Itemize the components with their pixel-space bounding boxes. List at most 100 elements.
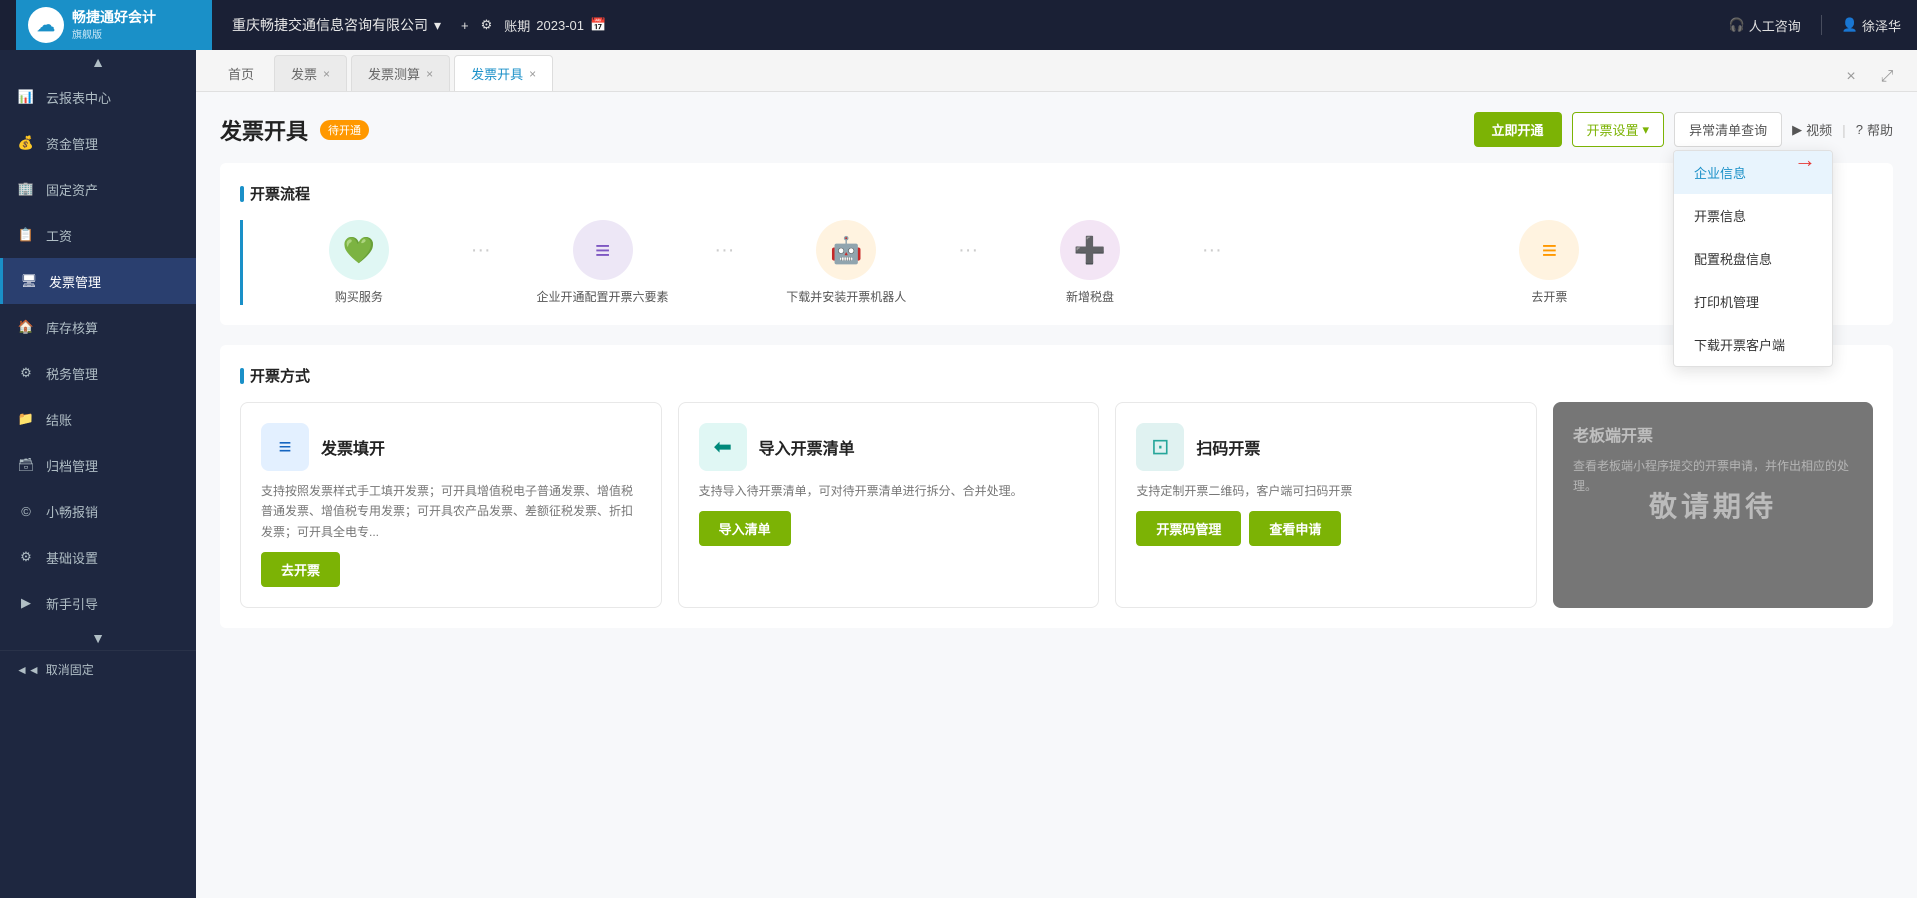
- consult-button[interactable]: 🎧 人工咨询: [1729, 16, 1801, 35]
- add-button[interactable]: +: [461, 18, 469, 33]
- period-value: 2023-01: [536, 18, 584, 33]
- tab-home[interactable]: 首页: [212, 56, 270, 91]
- sidebar-scroll-down[interactable]: ▼: [0, 626, 196, 650]
- cards-row: ≡ 发票填开 支持按照发票样式手工填开发票；可开具增值税电子普通发票、增值税普通…: [240, 402, 1873, 608]
- sidebar-item-basic-settings[interactable]: ⚙ 基础设置: [0, 534, 196, 580]
- sidebar-item-payroll[interactable]: 📋 工资: [0, 212, 196, 258]
- dropdown-item-invoice-info[interactable]: 开票信息: [1674, 194, 1832, 237]
- sidebar-item-xiaochang[interactable]: © 小畅报销: [0, 488, 196, 534]
- page-content: 发票开具 待开通 立即开通 开票设置 ▾ 异常清单查询 ▶ 视频: [196, 92, 1917, 898]
- import-list-card-title: 导入开票清单: [759, 435, 855, 459]
- activate-button[interactable]: 立即开通: [1474, 112, 1562, 147]
- step-3-label: 下载并安装开票机器人: [786, 288, 906, 305]
- company-name: 重庆畅捷交通信息咨询有限公司: [232, 15, 428, 35]
- sidebar-label-fixed-assets: 固定资产: [46, 180, 98, 199]
- logo-icon: ☁: [28, 7, 64, 43]
- dropdown-item-company-info[interactable]: 企业信息 →: [1674, 151, 1832, 194]
- dropdown-item-printer-mgmt[interactable]: 打印机管理: [1674, 280, 1832, 323]
- tab-invoice-calc[interactable]: 发票测算 ×: [351, 55, 450, 91]
- logo-text-area: 畅捷通好会计 旗舰版: [72, 9, 156, 41]
- help-label: 帮助: [1867, 120, 1893, 139]
- sidebar-label-xiaochang: 小畅报销: [46, 502, 98, 521]
- dropdown-item-download-client[interactable]: 下载开票客户端: [1674, 323, 1832, 366]
- invoice-code-mgmt-button[interactable]: 开票码管理: [1136, 511, 1241, 546]
- sidebar-scroll-up[interactable]: ▲: [0, 50, 196, 74]
- logo-name: 畅捷通好会计: [72, 9, 156, 26]
- tab-invoice-open[interactable]: 发票开具 ×: [454, 55, 553, 91]
- step-1-label: 购买服务: [335, 288, 383, 305]
- cancel-fixed-icon: ◄◄: [16, 663, 40, 677]
- invoice-settings-button[interactable]: 开票设置 ▾: [1572, 112, 1665, 147]
- content-area: 首页 发票 × 发票测算 × 发票开具 × × ⤢: [196, 50, 1917, 898]
- cloud-report-icon: 📊: [16, 87, 36, 107]
- page-title: 发票开具: [220, 114, 308, 146]
- tab-invoice-open-close[interactable]: ×: [529, 67, 536, 81]
- flow-step-1: 💚 购买服务: [240, 220, 467, 305]
- import-list-card-icon: ⬅: [699, 423, 747, 471]
- flow-steps: 💚 购买服务 ··· ≡ 企业开通配置开票六要素 ··· 🤖: [240, 220, 1873, 305]
- step-1-icon: 💚: [329, 220, 389, 280]
- download-client-label: 下载开票客户端: [1694, 338, 1785, 353]
- consult-label: 人工咨询: [1749, 16, 1801, 35]
- sidebar-item-invoice-mgmt[interactable]: 🖥 发票管理: [0, 258, 196, 304]
- tax-disk-label: 配置税盘信息: [1694, 252, 1772, 267]
- tab-invoice-close[interactable]: ×: [323, 67, 330, 81]
- maximize-window-button[interactable]: ⤢: [1873, 63, 1901, 91]
- username: 徐泽华: [1862, 16, 1901, 35]
- fill-invoice-go-button[interactable]: 去开票: [261, 552, 340, 587]
- close-window-button[interactable]: ×: [1837, 63, 1865, 91]
- step-5a-label: 去开票: [1531, 288, 1567, 305]
- view-application-button[interactable]: 查看申请: [1249, 511, 1341, 546]
- tab-invoice-open-label: 发票开具: [471, 64, 523, 83]
- sidebar-item-accounting[interactable]: 📁 结账: [0, 396, 196, 442]
- sidebar-item-fixed-assets[interactable]: 🏢 固定资产: [0, 166, 196, 212]
- headset-icon: 🎧: [1729, 17, 1745, 33]
- sidebar-label-payroll: 工资: [46, 226, 72, 245]
- boss-invoice-card: 老板端开票 查看老板端小程序提交的开票申请，并作出相应的处理。 敬请期待: [1553, 402, 1873, 608]
- logo-sub: 旗舰版: [72, 26, 156, 41]
- fill-invoice-card-desc: 支持按照发票样式手工填开发票；可开具增值税电子普通发票、增值税普通发票、增值税专…: [261, 481, 641, 542]
- fixed-assets-icon: 🏢: [16, 179, 36, 199]
- flow-section-title: 开票流程: [240, 183, 1873, 204]
- dropdown-item-tax-disk[interactable]: 配置税盘信息: [1674, 237, 1832, 280]
- period-label: 账期: [504, 16, 530, 35]
- payroll-icon: 📋: [16, 225, 36, 245]
- video-button[interactable]: ▶ 视频: [1792, 120, 1832, 139]
- company-selector[interactable]: 重庆畅捷交通信息咨询有限公司 ▾: [224, 11, 449, 39]
- import-list-button[interactable]: 导入清单: [699, 511, 791, 546]
- add-icon: +: [461, 18, 469, 33]
- import-list-card-desc: 支持导入待开票清单，可对待开票清单进行拆分、合并处理。: [699, 481, 1079, 501]
- exception-list-button[interactable]: 异常清单查询: [1674, 112, 1782, 147]
- flow-arrow-4: ···: [1202, 239, 1222, 262]
- sidebar-label-accounting: 结账: [46, 410, 72, 429]
- sidebar-label-new-guide: 新手引导: [46, 594, 98, 613]
- sidebar-item-tax-mgmt[interactable]: ⚙ 税务管理: [0, 350, 196, 396]
- sidebar-item-cloud-report[interactable]: 📊 云报表中心: [0, 74, 196, 120]
- user-icon: 👤: [1842, 17, 1858, 33]
- method-section-title: 开票方式: [240, 365, 1873, 386]
- video-label: 视频: [1806, 120, 1832, 139]
- new-guide-icon: ▶: [16, 593, 36, 613]
- calendar-icon[interactable]: 📅: [590, 17, 606, 33]
- sidebar-item-fund-mgmt[interactable]: 💰 资金管理: [0, 120, 196, 166]
- flow-step-2: ≡ 企业开通配置开票六要素: [495, 220, 711, 305]
- user-area[interactable]: 👤 徐泽华: [1842, 16, 1901, 35]
- flow-arrow-2: ···: [714, 239, 734, 262]
- tab-invoice-label: 发票: [291, 64, 317, 83]
- sidebar-label-inventory: 库存核算: [46, 318, 98, 337]
- settings-button[interactable]: ⚙: [481, 17, 493, 33]
- tab-invoice-calc-close[interactable]: ×: [426, 67, 433, 81]
- cancel-fixed-button[interactable]: ◄◄ 取消固定: [0, 650, 196, 688]
- sidebar-label-archive: 归档管理: [46, 456, 98, 475]
- step-4-label: 新增税盘: [1066, 288, 1114, 305]
- tab-invoice[interactable]: 发票 ×: [274, 55, 347, 91]
- sidebar-item-archive[interactable]: 🗃 归档管理: [0, 442, 196, 488]
- sidebar-item-new-guide[interactable]: ▶ 新手引导: [0, 580, 196, 626]
- dropdown-menu: 企业信息 → 开票信息 配置税盘信息 打印机管理: [1673, 150, 1833, 367]
- help-button[interactable]: ? 帮助: [1856, 120, 1893, 139]
- tab-invoice-calc-label: 发票测算: [368, 64, 420, 83]
- sidebar: ▲ 📊 云报表中心 💰 资金管理 🏢 固定资产 📋 工资 🖥 发票管理: [0, 50, 196, 898]
- divider-bar: |: [1842, 122, 1846, 138]
- scan-invoice-card: ⊡ 扫码开票 支持定制开票二维码，客户端可扫码开票 开票码管理 查看申请: [1115, 402, 1537, 608]
- sidebar-item-inventory[interactable]: 🏠 库存核算: [0, 304, 196, 350]
